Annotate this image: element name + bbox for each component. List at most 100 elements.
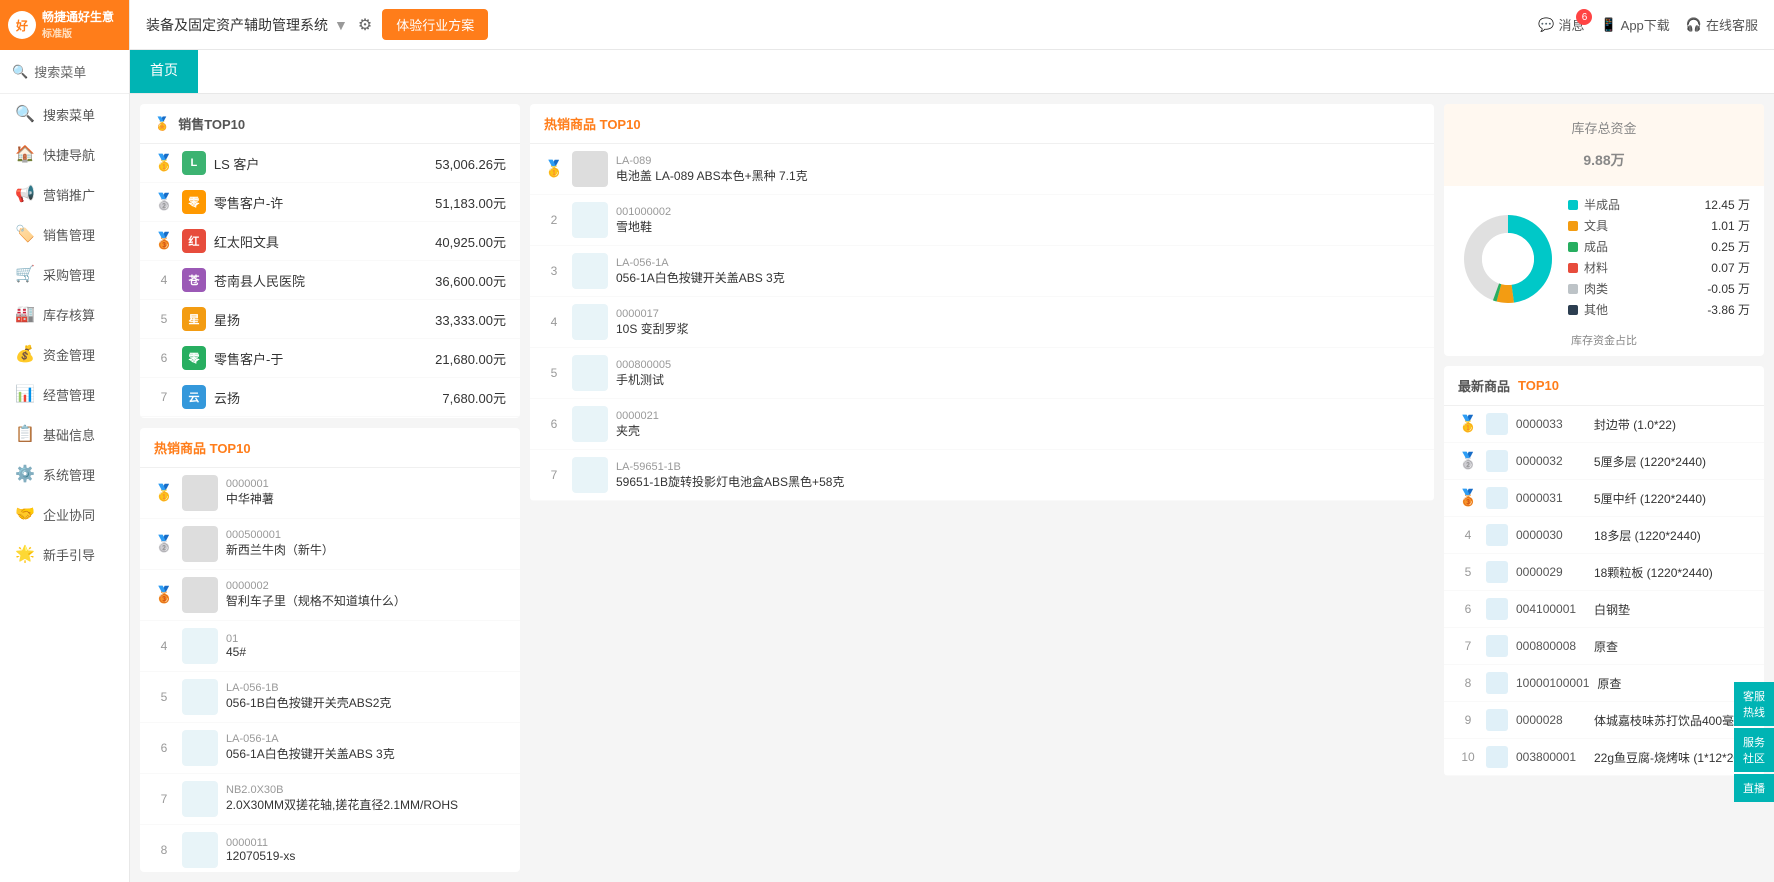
sidebar-item-operation[interactable]: 📊经营管理 — [0, 374, 129, 414]
list-item: 6 LA-056-1A 056-1A白色按键开关盖ABS 3克 — [140, 723, 520, 774]
medal-gold-icon: 🥇 — [544, 159, 564, 179]
nav-icon-inventory: 🏭 — [15, 304, 35, 324]
legend-color — [1568, 242, 1578, 252]
hot-products-header: 热销商品 TOP10 — [140, 428, 520, 468]
message-button[interactable]: 💬 消息 6 — [1538, 15, 1584, 34]
list-item: 🥉 0000031 5厘中纤 (1220*2440) — [1444, 480, 1764, 517]
nav-icon-search: 🔍 — [15, 104, 35, 124]
legend-color — [1568, 284, 1578, 294]
sidebar-item-finance[interactable]: 💰资金管理 — [0, 334, 129, 374]
sidebar-nav: 🔍搜索菜单🏠快捷导航📢营销推广🏷️销售管理🛒采购管理🏭库存核算💰资金管理📊经营管… — [0, 94, 129, 574]
hot-products-list: 🥇 0000001 中华神薯 🥈 000500001 新西兰牛肉（新牛） 🥉 0… — [140, 468, 520, 872]
list-item: 7 LA-59651-1B 59651-1B旋转投影灯电池盒ABS黑色+58克 — [530, 450, 1434, 501]
nav-icon-system: ⚙️ — [15, 464, 35, 484]
avatar: 零 — [182, 346, 206, 370]
legend-item: 文具 1.01 万 — [1568, 217, 1750, 234]
avatar: 云 — [182, 385, 206, 409]
sidebar-item-sales[interactable]: 🏷️销售管理 — [0, 214, 129, 254]
sidebar-item-guide[interactable]: 🌟新手引导 — [0, 534, 129, 574]
product-placeholder — [572, 202, 608, 238]
medal-bronze-icon: 🥉 — [154, 585, 174, 605]
table-row: 5 星 星扬 33,333.00元 — [140, 300, 520, 339]
list-item: 4 01 45# — [140, 621, 520, 672]
table-row: 🥇 L LS 客户 53,006.26元 — [140, 144, 520, 183]
headset-icon: 🎧 — [1686, 17, 1702, 33]
avatar: 零 — [182, 190, 206, 214]
chart-legend: 半成品 12.45 万 文具 1.01 万 成品 0.25 万 材料 0.07 … — [1568, 196, 1750, 322]
list-item: 🥉 0000002 智利车子里（规格不知道填什么） — [140, 570, 520, 621]
sidebar-item-company[interactable]: 🤝企业协同 — [0, 494, 129, 534]
sidebar-item-system[interactable]: ⚙️系统管理 — [0, 454, 129, 494]
app-download-button[interactable]: 📱 App下载 — [1600, 15, 1669, 34]
product-thumbnail — [182, 526, 218, 562]
list-item: 🥈 000500001 新西兰牛肉（新牛） — [140, 519, 520, 570]
new-products-list: 🥇 0000033 封边带 (1.0*22) 🥈 0000032 5厘多层 (1… — [1444, 406, 1764, 776]
mid-column: 热销商品 TOP10 🥇 LA-089 电池盖 LA-089 ABS本色+黑种 … — [530, 104, 1434, 872]
list-item: 6 0000021 夹壳 — [530, 399, 1434, 450]
right-column: 库存总资金 9.88万 — [1444, 104, 1764, 872]
system-selector[interactable]: 装备及固定资产辅助管理系统 ▼ — [146, 15, 348, 35]
list-item: 2 001000002 雪地鞋 — [530, 195, 1434, 246]
sidebar-item-marketing[interactable]: 📢营销推广 — [0, 174, 129, 214]
table-row: 8 肖 肖总 7,563.00元 — [140, 417, 520, 418]
legend-item: 半成品 12.45 万 — [1568, 196, 1750, 213]
float-btn-2[interactable]: 直播 — [1734, 774, 1774, 802]
legend-color — [1568, 263, 1578, 273]
nav-icon-guide: 🌟 — [15, 544, 35, 564]
product-placeholder — [572, 457, 608, 493]
medal-bronze-icon: 🥉 — [154, 231, 174, 251]
sidebar-item-inventory[interactable]: 🏭库存核算 — [0, 294, 129, 334]
product-placeholder — [1486, 672, 1508, 694]
product-placeholder — [1486, 413, 1508, 435]
nav-icon-company: 🤝 — [15, 504, 35, 524]
product-placeholder — [572, 304, 608, 340]
sidebar-item-quick[interactable]: 🏠快捷导航 — [0, 134, 129, 174]
chart-footer: 库存资金占比 — [1444, 332, 1764, 356]
settings-button[interactable]: ⚙ — [358, 15, 372, 35]
tab-home[interactable]: 首页 — [130, 50, 198, 93]
medal-gold-icon: 🥇 — [154, 483, 174, 503]
search-menu-button[interactable]: 🔍 搜索菜单 — [8, 58, 121, 85]
top-customers-header: 🏅 销售TOP10 — [140, 104, 520, 144]
sidebar-item-search[interactable]: 🔍搜索菜单 — [0, 94, 129, 134]
product-placeholder — [1486, 709, 1508, 731]
chevron-down-icon: ▼ — [334, 17, 348, 33]
online-service-button[interactable]: 🎧 在线客服 — [1686, 15, 1758, 34]
product-placeholder — [182, 679, 218, 715]
product-thumbnail — [182, 577, 218, 613]
product-placeholder — [572, 355, 608, 391]
sidebar-item-basic[interactable]: 📋基础信息 — [0, 414, 129, 454]
top-customers-card: 🏅 销售TOP10 🥇 L LS 客户 53,006.26元 🥈 零 零售客户-… — [140, 104, 520, 418]
float-btn-1[interactable]: 服务 社区 — [1734, 728, 1774, 772]
sidebar-item-purchase[interactable]: 🛒采购管理 — [0, 254, 129, 294]
logo-text: 畅捷通好生意 标准版 — [42, 10, 114, 41]
list-item: 4 0000030 18多层 (1220*2440) — [1444, 517, 1764, 554]
list-item: 8 10000100001 原查 — [1444, 665, 1764, 702]
legend-item: 其他 -3.86 万 — [1568, 301, 1750, 318]
product-placeholder — [1486, 746, 1508, 768]
list-item: 6 004100001 白钢垫 — [1444, 591, 1764, 628]
medal-silver-icon: 🥈 — [1458, 451, 1478, 471]
list-item: 5 0000029 18颗粒板 (1220*2440) — [1444, 554, 1764, 591]
hot-products-top-header: 热销商品 TOP10 — [530, 104, 1434, 144]
legend-color — [1568, 221, 1578, 231]
trial-button[interactable]: 体验行业方案 — [382, 9, 488, 40]
float-btn-0[interactable]: 客服 热线 — [1734, 682, 1774, 726]
avatar: 红 — [182, 229, 206, 253]
list-item: 🥇 0000033 封边带 (1.0*22) — [1444, 406, 1764, 443]
main-area: 装备及固定资产辅助管理系统 ▼ ⚙ 体验行业方案 💬 消息 6 📱 App下载 … — [130, 0, 1774, 882]
left-column: 🏅 销售TOP10 🥇 L LS 客户 53,006.26元 🥈 零 零售客户-… — [140, 104, 520, 872]
chart-area: 半成品 12.45 万 文具 1.01 万 成品 0.25 万 材料 0.07 … — [1444, 186, 1764, 332]
new-products-header: 最新商品 TOP10 — [1444, 366, 1764, 406]
list-item: 4 0000017 10S 变刮罗浆 — [530, 297, 1434, 348]
legend-item: 肉类 -0.05 万 — [1568, 280, 1750, 297]
nav-icon-purchase: 🛒 — [15, 264, 35, 284]
list-item: 🥇 0000001 中华神薯 — [140, 468, 520, 519]
inventory-card: 库存总资金 9.88万 — [1444, 104, 1764, 356]
table-row: 7 云 云扬 7,680.00元 — [140, 378, 520, 417]
legend-color — [1568, 200, 1578, 210]
hot-products-card: 热销商品 TOP10 🥇 0000001 中华神薯 🥈 000500001 新西… — [140, 428, 520, 872]
nav-icon-operation: 📊 — [15, 384, 35, 404]
product-placeholder — [182, 832, 218, 868]
logo-icon: 好 — [8, 11, 36, 39]
